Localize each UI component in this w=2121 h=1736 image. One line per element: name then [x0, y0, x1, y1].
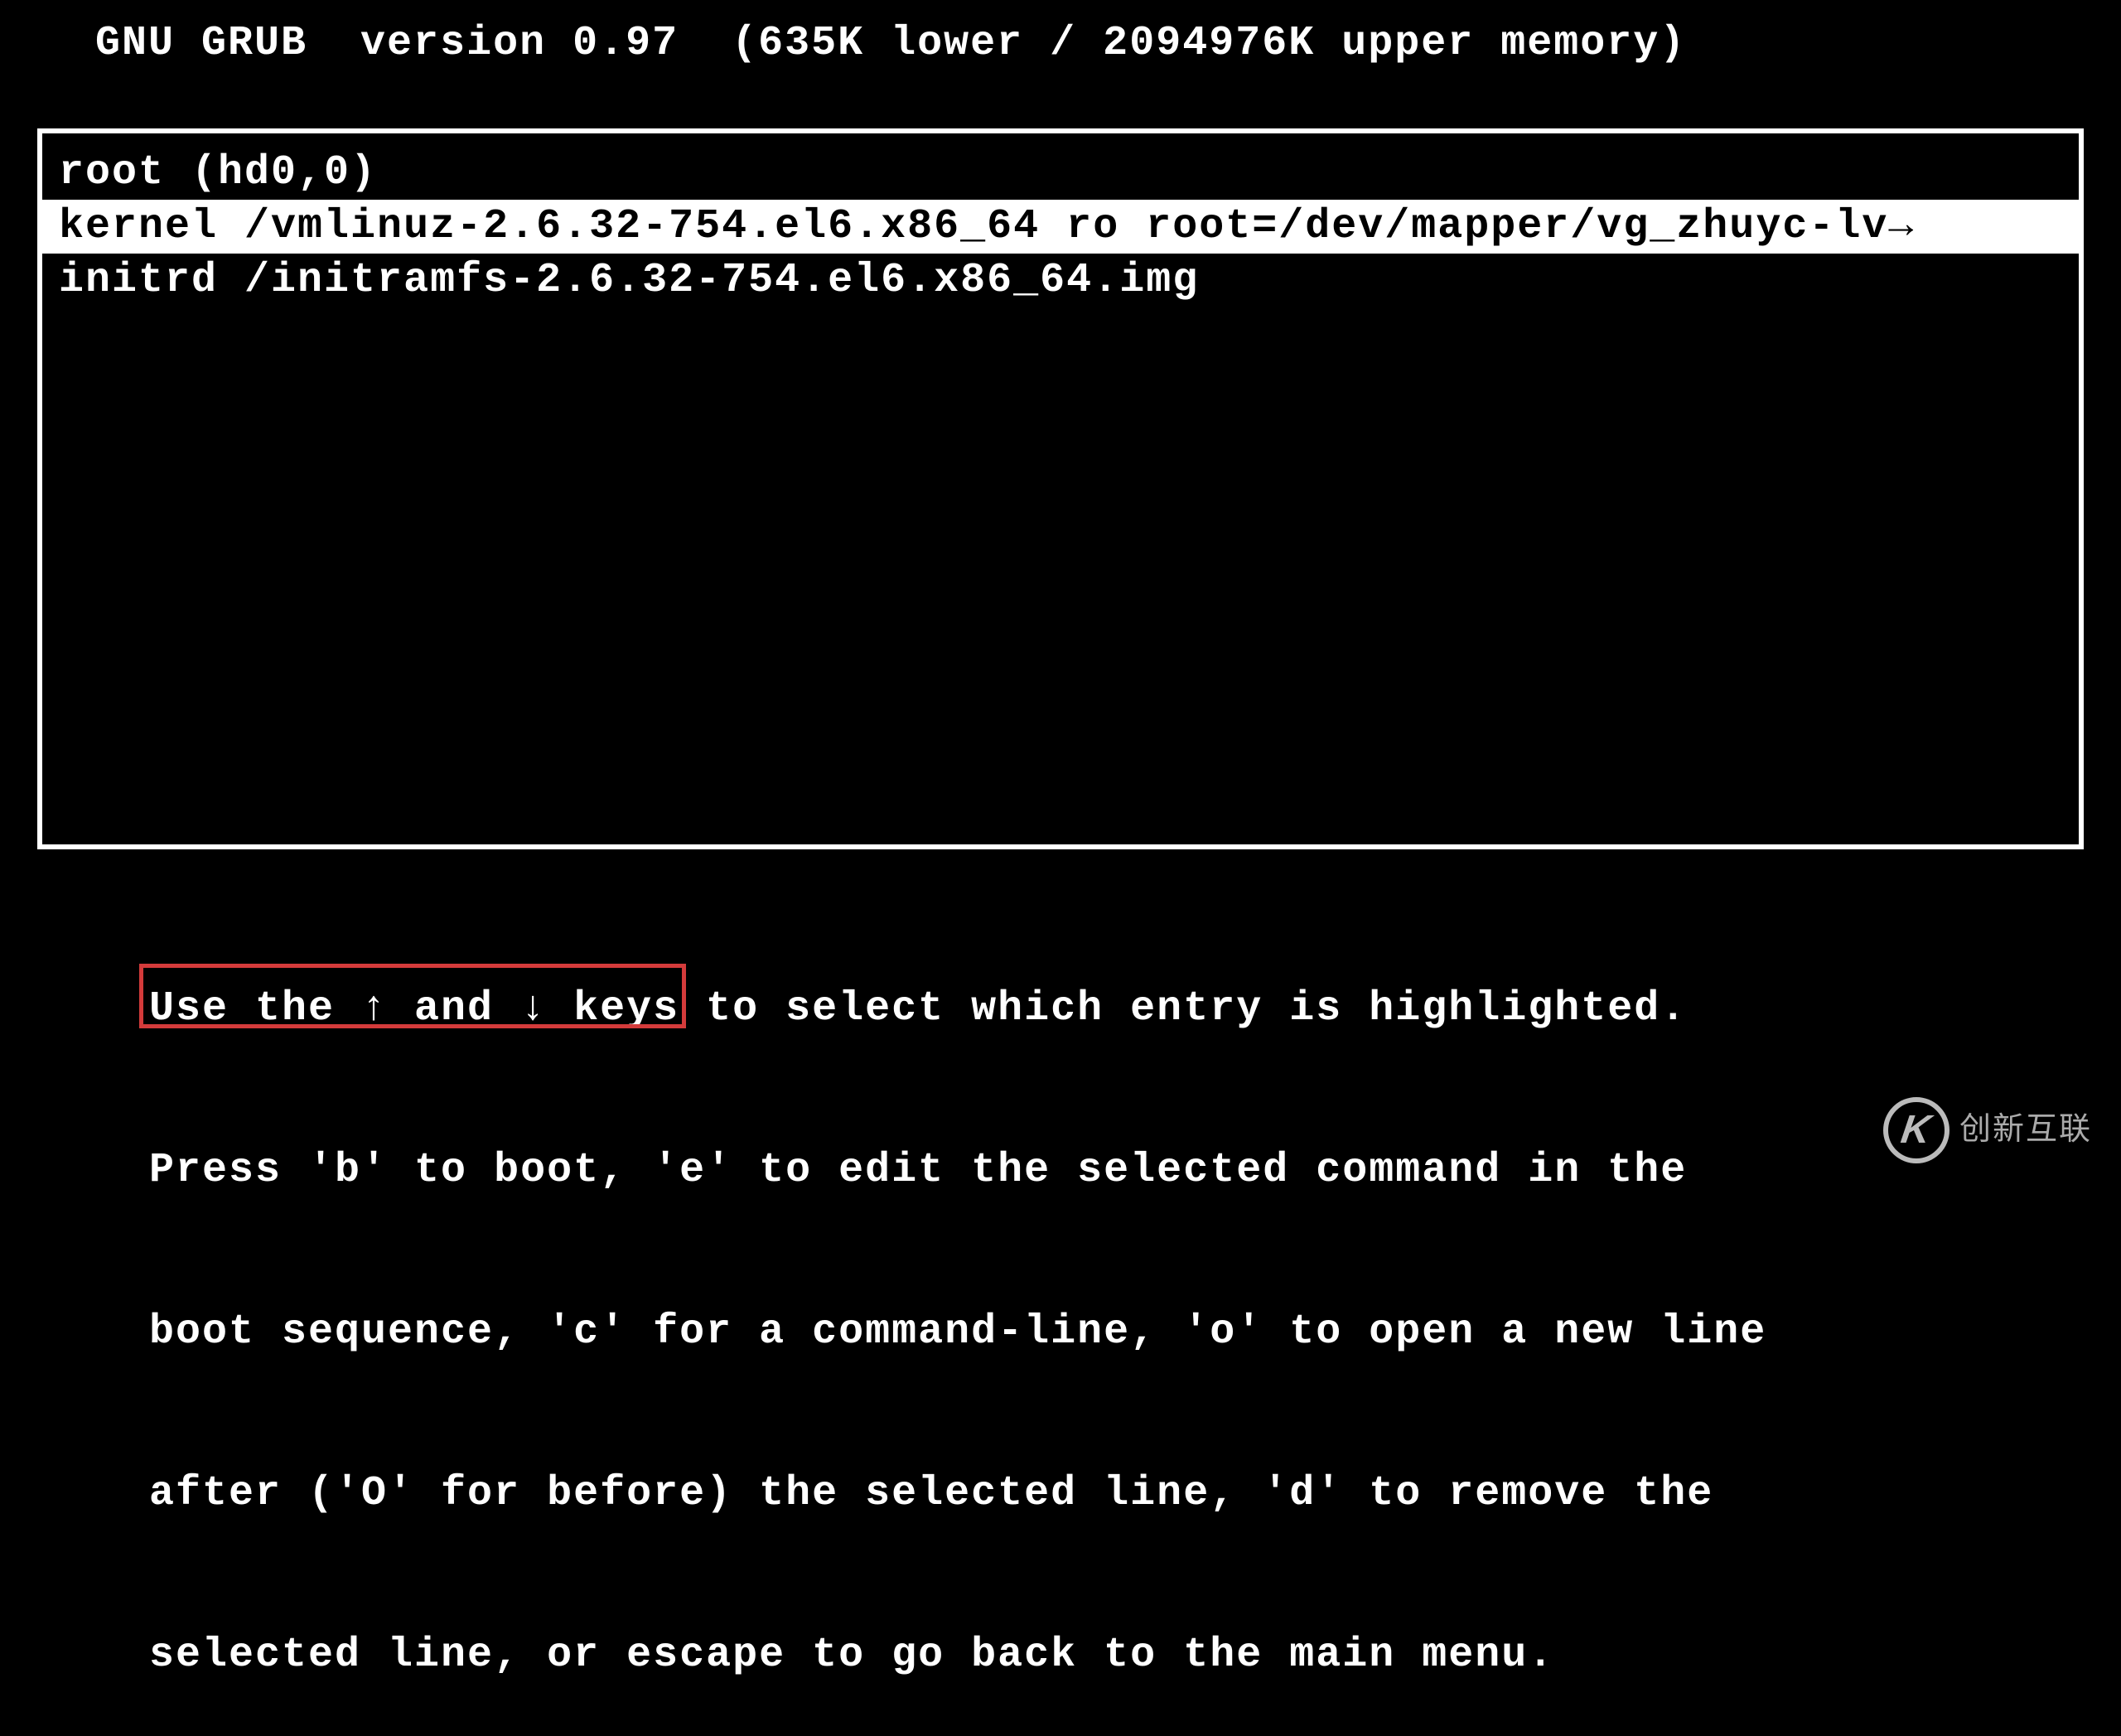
menu-item-initrd[interactable]: initrd /initramfs-2.6.32-754.el6.x86_64.…	[42, 254, 2079, 307]
help-line-1: Use the ↑ and ↓ keys to select which ent…	[149, 982, 2121, 1036]
menu-item-root[interactable]: root (hd0,0)	[42, 146, 2079, 200]
watermark: K 创新互联	[1883, 1097, 2092, 1163]
help-line-2: Press 'b' to boot, 'e' to edit the selec…	[149, 1144, 2121, 1197]
help-line-4: after ('O' for before) the selected line…	[149, 1467, 2121, 1521]
help-line-3: boot sequence, 'c' for a command-line, '…	[149, 1305, 2121, 1359]
help-line-5: selected line, or escape to go back to t…	[149, 1628, 2121, 1682]
grub-header: GNU GRUB version 0.97 (635K lower / 2094…	[0, 0, 2121, 104]
watermark-text: 创新互联	[1959, 1110, 2092, 1150]
menu-item-kernel[interactable]: kernel /vmlinuz-2.6.32-754.el6.x86_64 ro…	[42, 200, 2079, 254]
grub-help-text: Use the ↑ and ↓ keys to select which ent…	[0, 874, 2121, 1736]
grub-menu-box[interactable]: root (hd0,0) kernel /vmlinuz-2.6.32-754.…	[37, 128, 2084, 849]
watermark-logo-icon: K	[1883, 1097, 1949, 1163]
watermark-logo-letter: K	[1897, 1105, 1935, 1156]
